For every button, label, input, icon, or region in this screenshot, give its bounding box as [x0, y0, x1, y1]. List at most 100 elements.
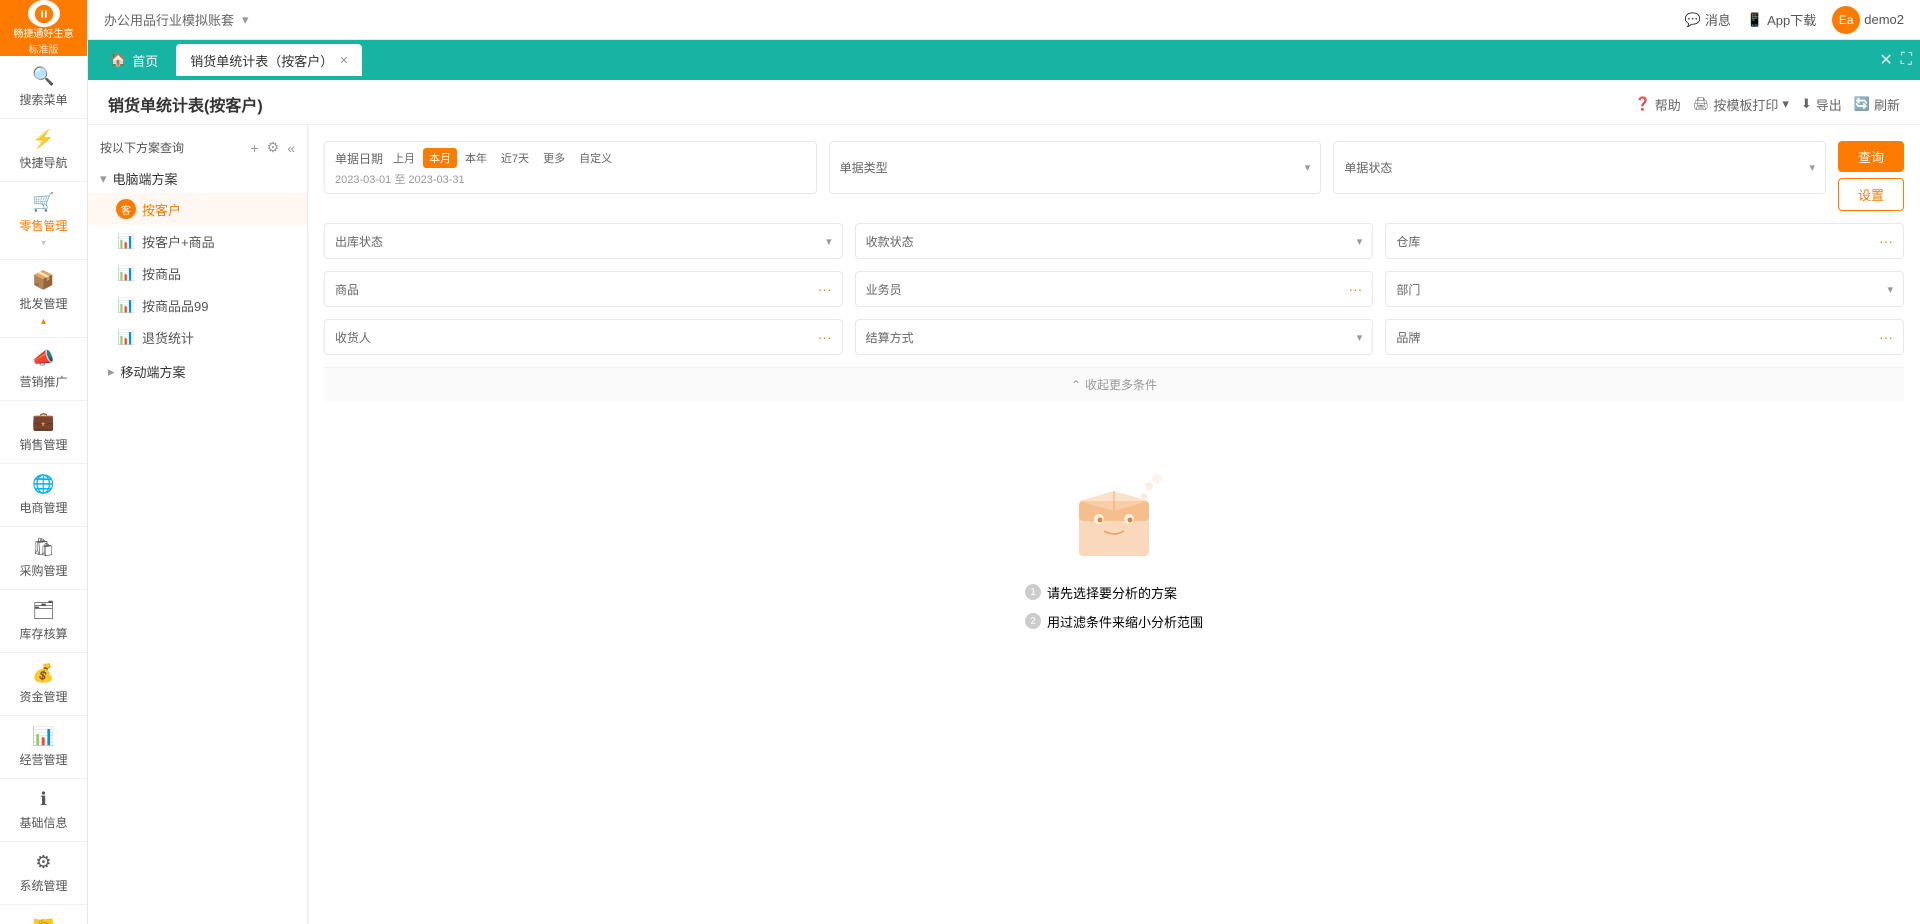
product-name: 办公用品行业模拟账套 [104, 10, 234, 29]
warehouse-dots-icon[interactable]: ··· [1879, 233, 1893, 249]
date-btn-custom[interactable]: 自定义 [573, 148, 618, 168]
sidebar-item-system[interactable]: ⚙ 系统管理 [0, 842, 88, 905]
tree-item-by-customer-goods[interactable]: 📊 按客户+商品 [88, 225, 307, 257]
date-shortcuts: 上月 本月 本年 近7天 更多 自定义 [387, 148, 618, 168]
collection-status-filter[interactable]: 收款状态 ▾ [855, 223, 1374, 259]
chart-icon-customer-goods: 📊 [116, 231, 136, 251]
app-download-button[interactable]: 📱 App下载 [1747, 10, 1816, 29]
sidebar-item-enterprise[interactable]: 🤝 企业协同 [0, 905, 88, 924]
brand-dots-icon[interactable]: ··· [1879, 329, 1893, 345]
refresh-button[interactable]: 🔄 刷新 [1854, 95, 1900, 114]
brand-filter[interactable]: 品牌 ··· [1385, 319, 1904, 355]
inventory-icon: 🗂 [32, 600, 55, 621]
query-button[interactable]: 查询 [1838, 141, 1904, 172]
purchase-icon: 🛍 [32, 537, 55, 558]
sidebar-item-basic[interactable]: ℹ 基础信息 [0, 779, 88, 842]
collapse-bar[interactable]: ⌃ 收起更多条件 [324, 367, 1904, 401]
by-goods-label: 按商品 [142, 264, 181, 283]
by-goods-99-label: 按商品品99 [142, 296, 208, 315]
date-filter[interactable]: 单据日期 上月 本月 本年 近7天 更多 自定义 [324, 141, 817, 194]
tree-group-mobile-title[interactable]: ▸ 移动端方案 [88, 357, 307, 386]
date-btn-this-month[interactable]: 本月 [423, 148, 457, 168]
sidebar-item-search[interactable]: 🔍 搜索菜单 [0, 56, 88, 119]
sidebar-label-operations: 经营管理 [19, 751, 67, 768]
department-filter[interactable]: 部门 ▾ [1385, 271, 1904, 307]
empty-step-1: 1 请先选择要分析的方案 [1025, 583, 1203, 602]
settlement-filter[interactable]: 结算方式 ▾ [855, 319, 1374, 355]
action-buttons: 查询 设置 [1838, 141, 1904, 211]
sidebar-item-ecommerce[interactable]: 🌐 电商管理 [0, 464, 88, 527]
settings-button[interactable]: 设置 [1838, 178, 1904, 211]
tab-home[interactable]: 🏠 首页 [96, 44, 172, 76]
help-icon: ❓ [1635, 96, 1651, 112]
app-name: 畅捷通好生意 [14, 29, 74, 41]
tree-group-desktop-title[interactable]: ▾ 电脑端方案 [88, 164, 307, 193]
sidebar-label-system: 系统管理 [19, 877, 67, 894]
settings-scheme-icon[interactable]: ⚙ [267, 139, 280, 156]
dept-chevron-icon: ▾ [1887, 283, 1893, 296]
receiver-dots-icon[interactable]: ··· [818, 329, 832, 345]
goods-label: 商品 [335, 281, 359, 298]
sidebar-logo: 畅捷通好生意 标准版 [0, 0, 88, 56]
date-btn-7days[interactable]: 近7天 [495, 148, 535, 168]
sidebar-item-finance[interactable]: 💰 资金管理 [0, 653, 88, 716]
sidebar-item-inventory[interactable]: 🗂 库存核算 [0, 590, 88, 653]
sidebar-item-operations[interactable]: 📊 经营管理 [0, 716, 88, 779]
close-window-icon[interactable]: ✕ [1879, 50, 1892, 70]
tree-item-return-stat[interactable]: 📊 退货统计 [88, 321, 307, 353]
warehouse-label: 仓库 [1396, 233, 1420, 250]
message-button[interactable]: 💬 消息 [1685, 10, 1731, 29]
help-button[interactable]: ❓ 帮助 [1635, 95, 1681, 114]
goods-filter[interactable]: 商品 ··· [324, 271, 843, 307]
page-header: 销货单统计表(按客户) ❓ 帮助 🖨 按模板打印 ▾ ⬇ 导出 🔄 刷新 [88, 80, 1920, 125]
sidebar-item-retail[interactable]: 🛒 零售管理 ▾ [0, 182, 88, 260]
sidebar-item-wholesale[interactable]: 📦 批发管理 ▴ [0, 260, 88, 338]
main-layout: 按以下方案查询 + ⚙ « ▾ 电脑端方案 客 按客户 [88, 125, 1920, 924]
maximize-icon[interactable]: ⛶ [1901, 51, 1912, 69]
by-customer-goods-label: 按客户+商品 [142, 232, 215, 251]
chevron-down-icon: ▾ [41, 238, 46, 249]
export-button[interactable]: ⬇ 导出 [1801, 95, 1842, 114]
refresh-label: 刷新 [1874, 95, 1900, 114]
tree-item-by-customer[interactable]: 客 按客户 [88, 193, 307, 225]
brand-label: 品牌 [1396, 329, 1420, 346]
tree-item-by-goods-99[interactable]: 📊 按商品品99 [88, 289, 307, 321]
salesperson-label: 业务员 [866, 281, 902, 298]
sidebar-label-ecommerce: 电商管理 [19, 499, 67, 516]
date-btn-last-month[interactable]: 上月 [387, 148, 421, 168]
sidebar-item-purchase[interactable]: 🛍 采购管理 [0, 527, 88, 590]
sidebar-item-shortcut[interactable]: ⚡ 快捷导航 [0, 119, 88, 182]
sidebar-label-sales: 销售管理 [19, 436, 67, 453]
tree-group-mobile: ▸ 移动端方案 [88, 357, 307, 386]
chevron-right-icon: ▸ [108, 364, 115, 380]
username: demo2 [1864, 12, 1904, 27]
right-panel: 单据日期 上月 本月 本年 近7天 更多 自定义 [308, 125, 1920, 924]
date-btn-this-year[interactable]: 本年 [459, 148, 493, 168]
out-status-filter[interactable]: 出库状态 ▾ [324, 223, 843, 259]
print-chevron-icon: ▾ [1782, 96, 1789, 112]
close-tab-icon[interactable]: ✕ [339, 54, 348, 67]
warehouse-filter[interactable]: 仓库 ··· [1385, 223, 1904, 259]
tab-sales-stat[interactable]: 销货单统计表（按客户） ✕ [176, 44, 362, 76]
date-btn-more[interactable]: 更多 [537, 148, 571, 168]
add-scheme-icon[interactable]: + [250, 140, 258, 156]
template-print-button[interactable]: 🖨 按模板打印 ▾ [1693, 95, 1789, 114]
ecommerce-icon: 🌐 [32, 474, 54, 495]
sidebar-item-marketing[interactable]: 📣 营销推广 [0, 338, 88, 401]
receiver-filter[interactable]: 收货人 ··· [324, 319, 843, 355]
document-type-filter[interactable]: 单据类型 ▾ [829, 141, 1322, 194]
sidebar-label-search: 搜索菜单 [19, 91, 67, 108]
collapse-panel-icon[interactable]: « [287, 140, 295, 156]
print-icon: 🖨 [1693, 96, 1710, 112]
scheme-query-label: 按以下方案查询 [100, 139, 242, 156]
salesperson-filter[interactable]: 业务员 ··· [855, 271, 1374, 307]
shortcut-icon: ⚡ [32, 129, 54, 150]
tree-item-by-goods[interactable]: 📊 按商品 [88, 257, 307, 289]
document-status-filter[interactable]: 单据状态 ▾ [1333, 141, 1826, 194]
goods-dots-icon[interactable]: ··· [818, 281, 832, 297]
return-stat-label: 退货统计 [142, 328, 194, 347]
tree-group-desktop: ▾ 电脑端方案 客 按客户 📊 按客户+商品 📊 按商品 [88, 164, 307, 353]
sidebar-item-sales[interactable]: 💼 销售管理 [0, 401, 88, 464]
salesperson-dots-icon[interactable]: ··· [1348, 281, 1362, 297]
user-profile[interactable]: Ea demo2 [1832, 6, 1904, 34]
